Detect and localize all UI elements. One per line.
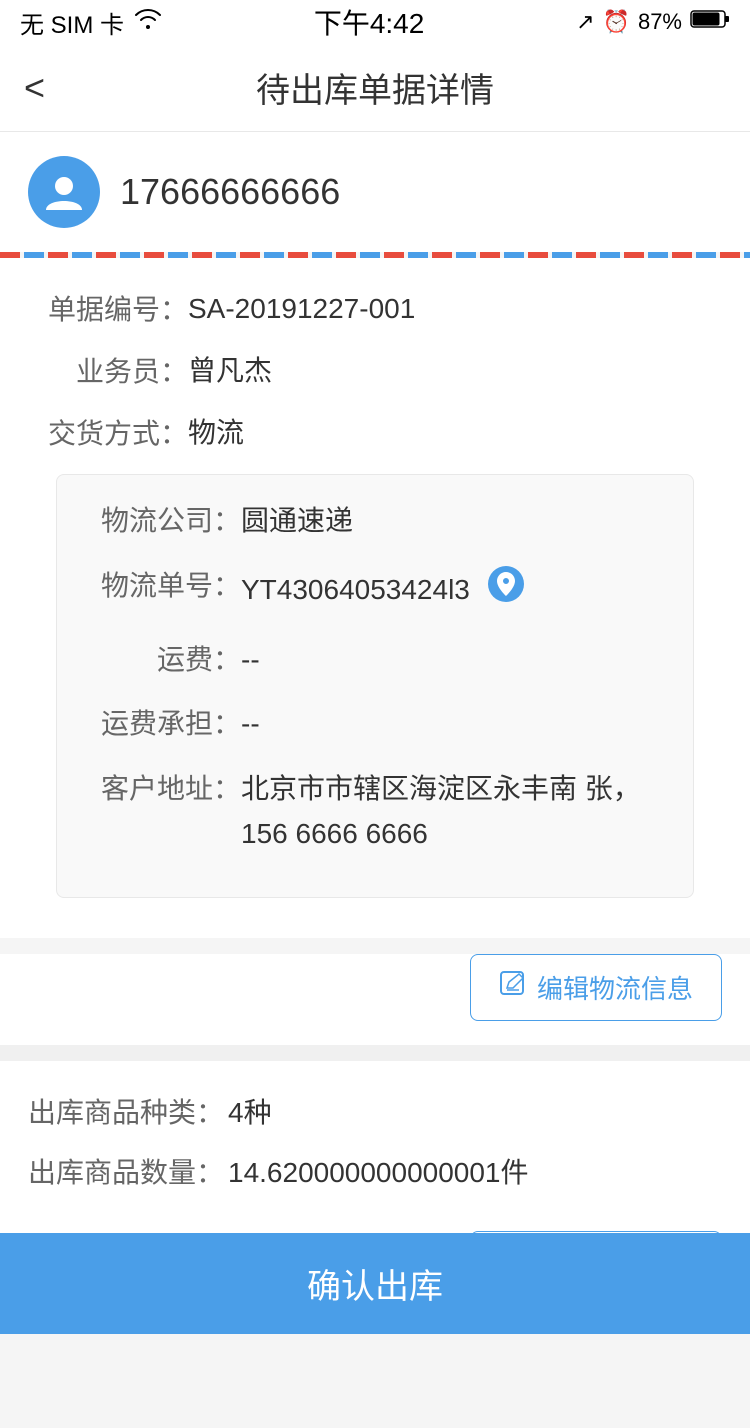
freight-label: 运费： [81,638,241,678]
delivery-method-value: 物流 [188,412,722,454]
sales-person-label: 业务员： [28,350,188,390]
nav-bar: < 待出库单据详情 [0,44,750,132]
address-value: 北京市市辖区海淀区永丰南 张，156 6666 6666 [241,767,669,857]
goods-section: 出库商品种类： 4种 出库商品数量： 14.620000000000001件 [0,1061,750,1231]
confirm-outbound-button[interactable]: 确认出库 [0,1259,750,1308]
nav-title: 待出库单据详情 [256,63,494,112]
battery-text: 87% [638,9,682,35]
edit-logistics-button[interactable]: 编辑物流信息 [470,954,722,1021]
sales-person-row: 业务员： 曾凡杰 [28,350,722,392]
order-number-value: SA-20191227-001 [188,288,722,330]
status-right: ↗ ⏰ 87% [576,8,730,36]
status-bar: 无 SIM 卡 下午4:42 ↗ ⏰ 87% [0,0,750,44]
carrier-text: 无 SIM 卡 [20,5,124,40]
sales-person-value: 曾凡杰 [188,350,722,392]
battery-icon [690,8,730,36]
goods-type-row: 出库商品种类： 4种 [28,1091,722,1131]
goods-type-value: 4种 [228,1091,272,1131]
map-location-icon[interactable] [486,564,526,618]
logistics-company-label: 物流公司： [81,499,241,539]
back-button[interactable]: < [24,67,45,109]
status-left: 无 SIM 卡 [20,5,162,40]
order-info-section: 单据编号： SA-20191227-001 业务员： 曾凡杰 交货方式： 物流 … [0,258,750,938]
address-row: 客户地址： 北京市市辖区海淀区永丰南 张，156 6666 6666 [81,767,669,857]
alarm-icon: ⏰ [603,9,630,35]
order-number-label: 单据编号： [28,288,188,328]
freight-row: 运费： -- [81,638,669,683]
freight-responsible-row: 运费承担： -- [81,702,669,747]
logistics-card: 物流公司： 圆通速递 物流单号： YT43064053424l3 [56,474,694,898]
avatar [28,156,100,228]
delivery-method-label: 交货方式： [28,412,188,452]
edit-icon [499,970,527,1005]
freight-responsible-label: 运费承担： [81,702,241,742]
customer-header: 17666666666 [0,132,750,252]
edit-btn-row: 编辑物流信息 [0,954,750,1045]
goods-quantity-label: 出库商品数量： [28,1151,228,1191]
status-time: 下午4:42 [314,2,425,42]
edit-logistics-label: 编辑物流信息 [537,969,693,1006]
customer-phone: 17666666666 [120,171,340,213]
order-number-row: 单据编号： SA-20191227-001 [28,288,722,330]
confirm-btn-container: 确认出库 [0,1233,750,1334]
freight-value: -- [241,638,669,683]
goods-type-label: 出库商品种类： [28,1091,228,1131]
section-divider [0,1045,750,1061]
delivery-method-row: 交货方式： 物流 [28,412,722,454]
address-label: 客户地址： [81,767,241,807]
goods-quantity-value: 14.620000000000001件 [228,1151,529,1191]
tracking-number-value: YT43064053424l3 [241,564,669,618]
logistics-company-value: 圆通速递 [241,499,669,544]
freight-responsible-value: -- [241,702,669,747]
location-status-icon: ↗ [576,9,594,35]
goods-quantity-row: 出库商品数量： 14.620000000000001件 [28,1151,722,1191]
logistics-company-row: 物流公司： 圆通速递 [81,499,669,544]
wifi-icon [134,8,162,36]
tracking-number-row: 物流单号： YT43064053424l3 [81,564,669,618]
tracking-number-label: 物流单号： [81,564,241,604]
